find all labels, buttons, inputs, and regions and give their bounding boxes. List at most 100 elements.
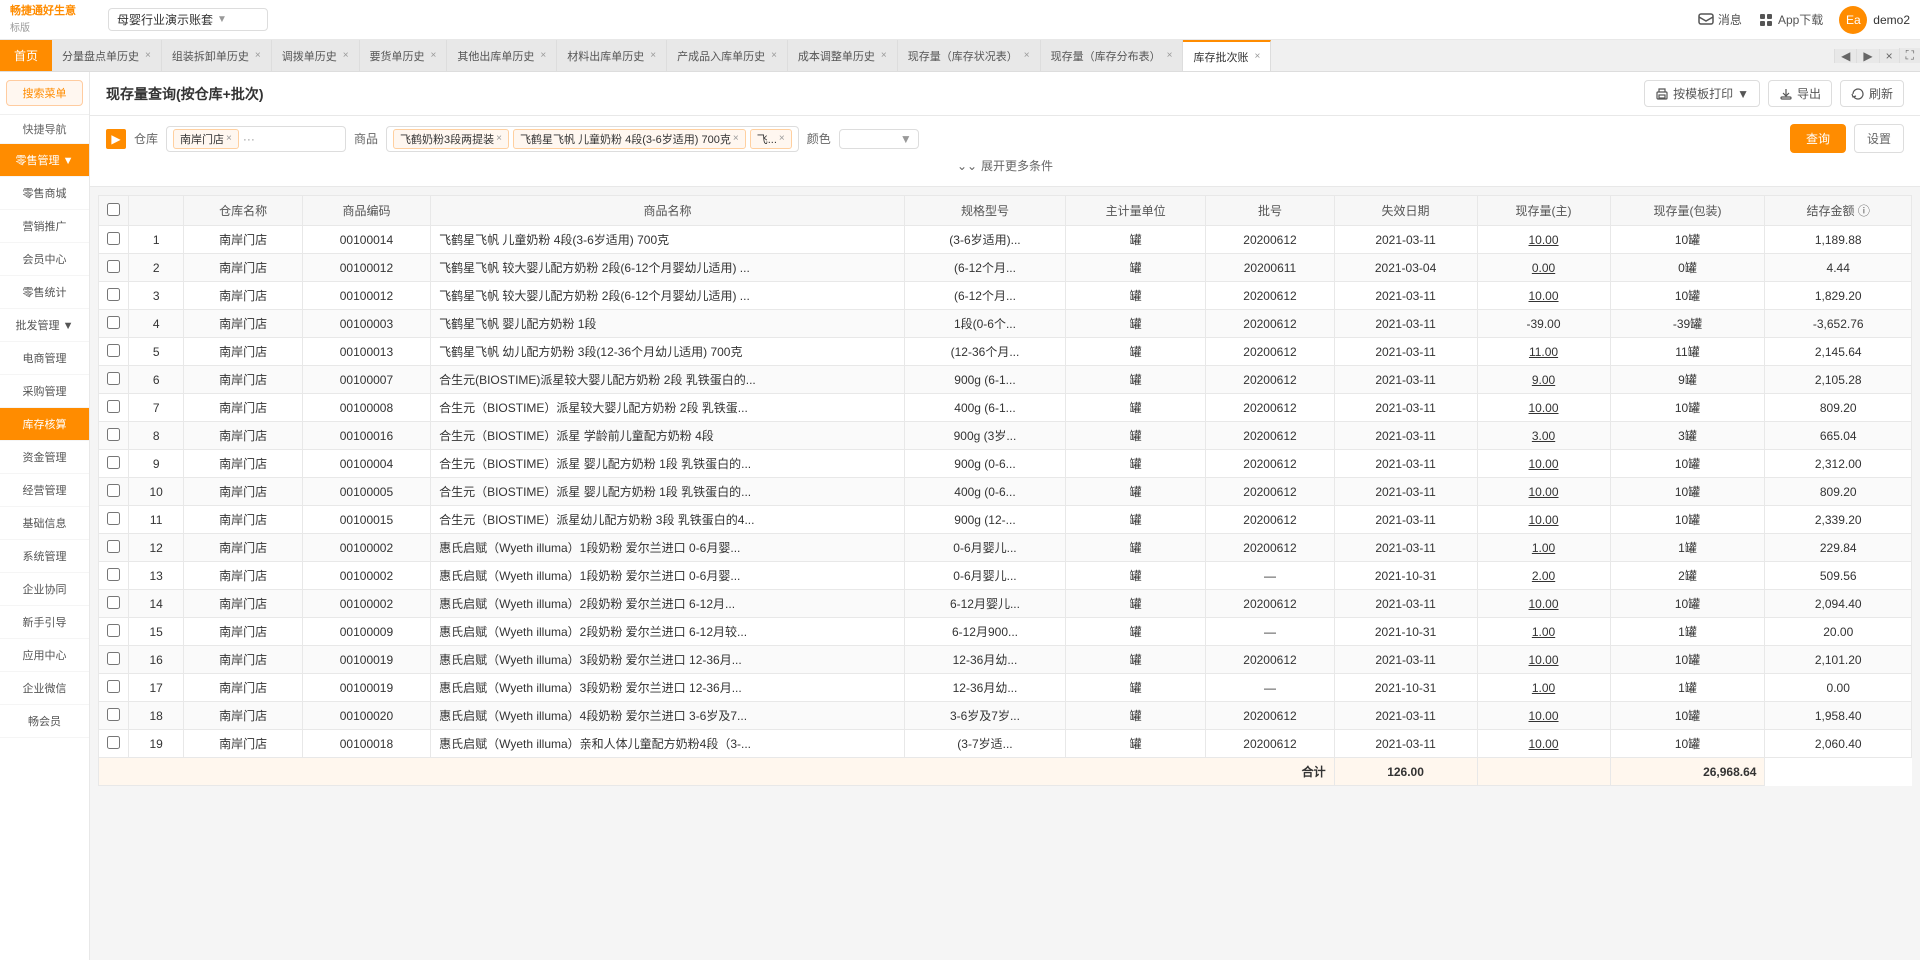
settings-btn[interactable]: 设置 — [1854, 124, 1904, 153]
tab-item-1[interactable]: 组装拆卸单历史 × — [162, 40, 272, 71]
export-btn[interactable]: 导出 — [1768, 80, 1832, 107]
sidebar-item-app-center[interactable]: 应用中心 — [0, 639, 89, 672]
row-checkbox-7[interactable] — [99, 422, 129, 450]
row-qty-9[interactable]: 10.00 — [1477, 478, 1610, 506]
sidebar-item-corp-collab[interactable]: 企业协同 — [0, 573, 89, 606]
quick-nav-btn[interactable]: 快捷导航 — [0, 115, 89, 144]
sidebar-item-retail-mall[interactable]: 零售商城 — [0, 177, 89, 210]
sidebar-item-finance[interactable]: 资金管理 — [0, 441, 89, 474]
row-qty-13[interactable]: 10.00 — [1477, 590, 1610, 618]
row-checkbox-17[interactable] — [99, 702, 129, 730]
sidebar-item-management[interactable]: 经营管理 — [0, 474, 89, 507]
app-btn[interactable]: App下载 — [1758, 11, 1823, 28]
row-qty-18[interactable]: 10.00 — [1477, 730, 1610, 758]
row-qty-2[interactable]: 10.00 — [1477, 282, 1610, 310]
tab-item-2[interactable]: 调拨单历史 × — [272, 40, 360, 71]
tab-item-7[interactable]: 成本调整单历史 × — [788, 40, 898, 71]
row-qty-1[interactable]: 0.00 — [1477, 254, 1610, 282]
product-tag-close-0[interactable]: × — [496, 133, 502, 144]
org-selector[interactable]: 母婴行业演示账套 ▼ — [108, 8, 268, 31]
row-checkbox-10[interactable] — [99, 506, 129, 534]
row-qty-6[interactable]: 10.00 — [1477, 394, 1610, 422]
row-checkbox-9[interactable] — [99, 478, 129, 506]
tab-close-9[interactable]: × — [1167, 50, 1173, 61]
query-btn[interactable]: 查询 — [1790, 124, 1846, 153]
tab-item-5[interactable]: 材料出库单历史 × — [557, 40, 667, 71]
tab-home[interactable]: 首页 — [0, 40, 52, 71]
select-all-checkbox[interactable] — [107, 203, 120, 216]
row-qty-0[interactable]: 10.00 — [1477, 226, 1610, 254]
tab-close-6[interactable]: × — [771, 50, 777, 61]
row-checkbox-15[interactable] — [99, 646, 129, 674]
tab-close-3[interactable]: × — [431, 50, 437, 61]
tab-close-7[interactable]: × — [881, 50, 887, 61]
warehouse-filter[interactable]: 南岸门店 × ··· — [166, 126, 346, 152]
sidebar-item-marketing[interactable]: 营销推广 — [0, 210, 89, 243]
row-qty-8[interactable]: 10.00 — [1477, 450, 1610, 478]
row-qty-17[interactable]: 10.00 — [1477, 702, 1610, 730]
sidebar-item-system[interactable]: 系统管理 — [0, 540, 89, 573]
tab-close-0[interactable]: × — [145, 50, 151, 61]
row-checkbox-11[interactable] — [99, 534, 129, 562]
product-filter[interactable]: 飞鹤奶粉3段两提装 × 飞鹤星飞帆 儿童奶粉 4段(3-6岁适用) 700克 ×… — [386, 126, 799, 152]
sidebar-item-wholesale[interactable]: 批发管理 ▼ — [0, 309, 89, 342]
row-checkbox-0[interactable] — [99, 226, 129, 254]
row-checkbox-1[interactable] — [99, 254, 129, 282]
tab-item-3[interactable]: 要货单历史 × — [360, 40, 448, 71]
row-qty-4[interactable]: 11.00 — [1477, 338, 1610, 366]
tab-close-4[interactable]: × — [540, 50, 546, 61]
row-qty-10[interactable]: 10.00 — [1477, 506, 1610, 534]
tab-prev-btn[interactable]: ◀ — [1834, 49, 1856, 63]
row-qty-7[interactable]: 3.00 — [1477, 422, 1610, 450]
row-checkbox-2[interactable] — [99, 282, 129, 310]
product-tag-close-2[interactable]: × — [779, 133, 785, 144]
sidebar-item-ecommerce[interactable]: 电商管理 — [0, 342, 89, 375]
refresh-btn[interactable]: 刷新 — [1840, 80, 1904, 107]
sidebar-item-member[interactable]: 会员中心 — [0, 243, 89, 276]
row-checkbox-6[interactable] — [99, 394, 129, 422]
tab-close-2[interactable]: × — [343, 50, 349, 61]
warehouse-more-dots[interactable]: ··· — [243, 132, 255, 146]
tab-item-0[interactable]: 分量盘点单历史 × — [52, 40, 162, 71]
row-qty-12[interactable]: 2.00 — [1477, 562, 1610, 590]
tab-item-6[interactable]: 产成品入库单历史 × — [667, 40, 788, 71]
row-qty-5[interactable]: 9.00 — [1477, 366, 1610, 394]
tab-close-1[interactable]: × — [255, 50, 261, 61]
row-checkbox-16[interactable] — [99, 674, 129, 702]
sidebar-item-purchase[interactable]: 采购管理 — [0, 375, 89, 408]
row-qty-14[interactable]: 1.00 — [1477, 618, 1610, 646]
sidebar-item-retail-mgmt[interactable]: 零售管理 ▼ — [0, 144, 89, 177]
warehouse-tag-close[interactable]: × — [226, 133, 232, 144]
row-checkbox-12[interactable] — [99, 562, 129, 590]
sidebar-item-vip[interactable]: 畅会员 — [0, 705, 89, 738]
row-checkbox-4[interactable] — [99, 338, 129, 366]
tab-close-10[interactable]: × — [1254, 51, 1260, 62]
row-checkbox-5[interactable] — [99, 366, 129, 394]
row-checkbox-13[interactable] — [99, 590, 129, 618]
sidebar-item-inventory[interactable]: 库存核算 — [0, 408, 89, 441]
tab-fullscreen-btn[interactable]: ⛶ — [1899, 48, 1920, 63]
row-qty-11[interactable]: 1.00 — [1477, 534, 1610, 562]
tab-item-9[interactable]: 现存量（库存分布表） × — [1041, 40, 1184, 71]
user-info[interactable]: Ea demo2 — [1839, 6, 1910, 34]
tab-item-10[interactable]: 库存批次账 × — [1183, 40, 1271, 71]
print-btn[interactable]: 按模板打印 ▼ — [1644, 80, 1760, 107]
row-qty-15[interactable]: 10.00 — [1477, 646, 1610, 674]
row-checkbox-8[interactable] — [99, 450, 129, 478]
row-checkbox-3[interactable] — [99, 310, 129, 338]
row-qty-16[interactable]: 1.00 — [1477, 674, 1610, 702]
row-checkbox-14[interactable] — [99, 618, 129, 646]
search-menu-btn[interactable]: 搜索菜单 — [6, 80, 83, 106]
product-tag-close-1[interactable]: × — [733, 133, 739, 144]
sidebar-item-retail-stats[interactable]: 零售统计 — [0, 276, 89, 309]
tab-close-5[interactable]: × — [650, 50, 656, 61]
tab-item-8[interactable]: 现存量（库存状况表） × — [898, 40, 1041, 71]
row-checkbox-18[interactable] — [99, 730, 129, 758]
tab-next-btn[interactable]: ▶ — [1856, 49, 1878, 63]
tab-item-4[interactable]: 其他出库单历史 × — [447, 40, 557, 71]
tab-close-8[interactable]: × — [1024, 50, 1030, 61]
filter-expand-btn[interactable]: ▶ — [106, 129, 126, 149]
msg-btn[interactable]: 消息 — [1698, 11, 1742, 28]
sidebar-item-guide[interactable]: 新手引导 — [0, 606, 89, 639]
tab-close-all-btn[interactable]: × — [1879, 49, 1899, 63]
